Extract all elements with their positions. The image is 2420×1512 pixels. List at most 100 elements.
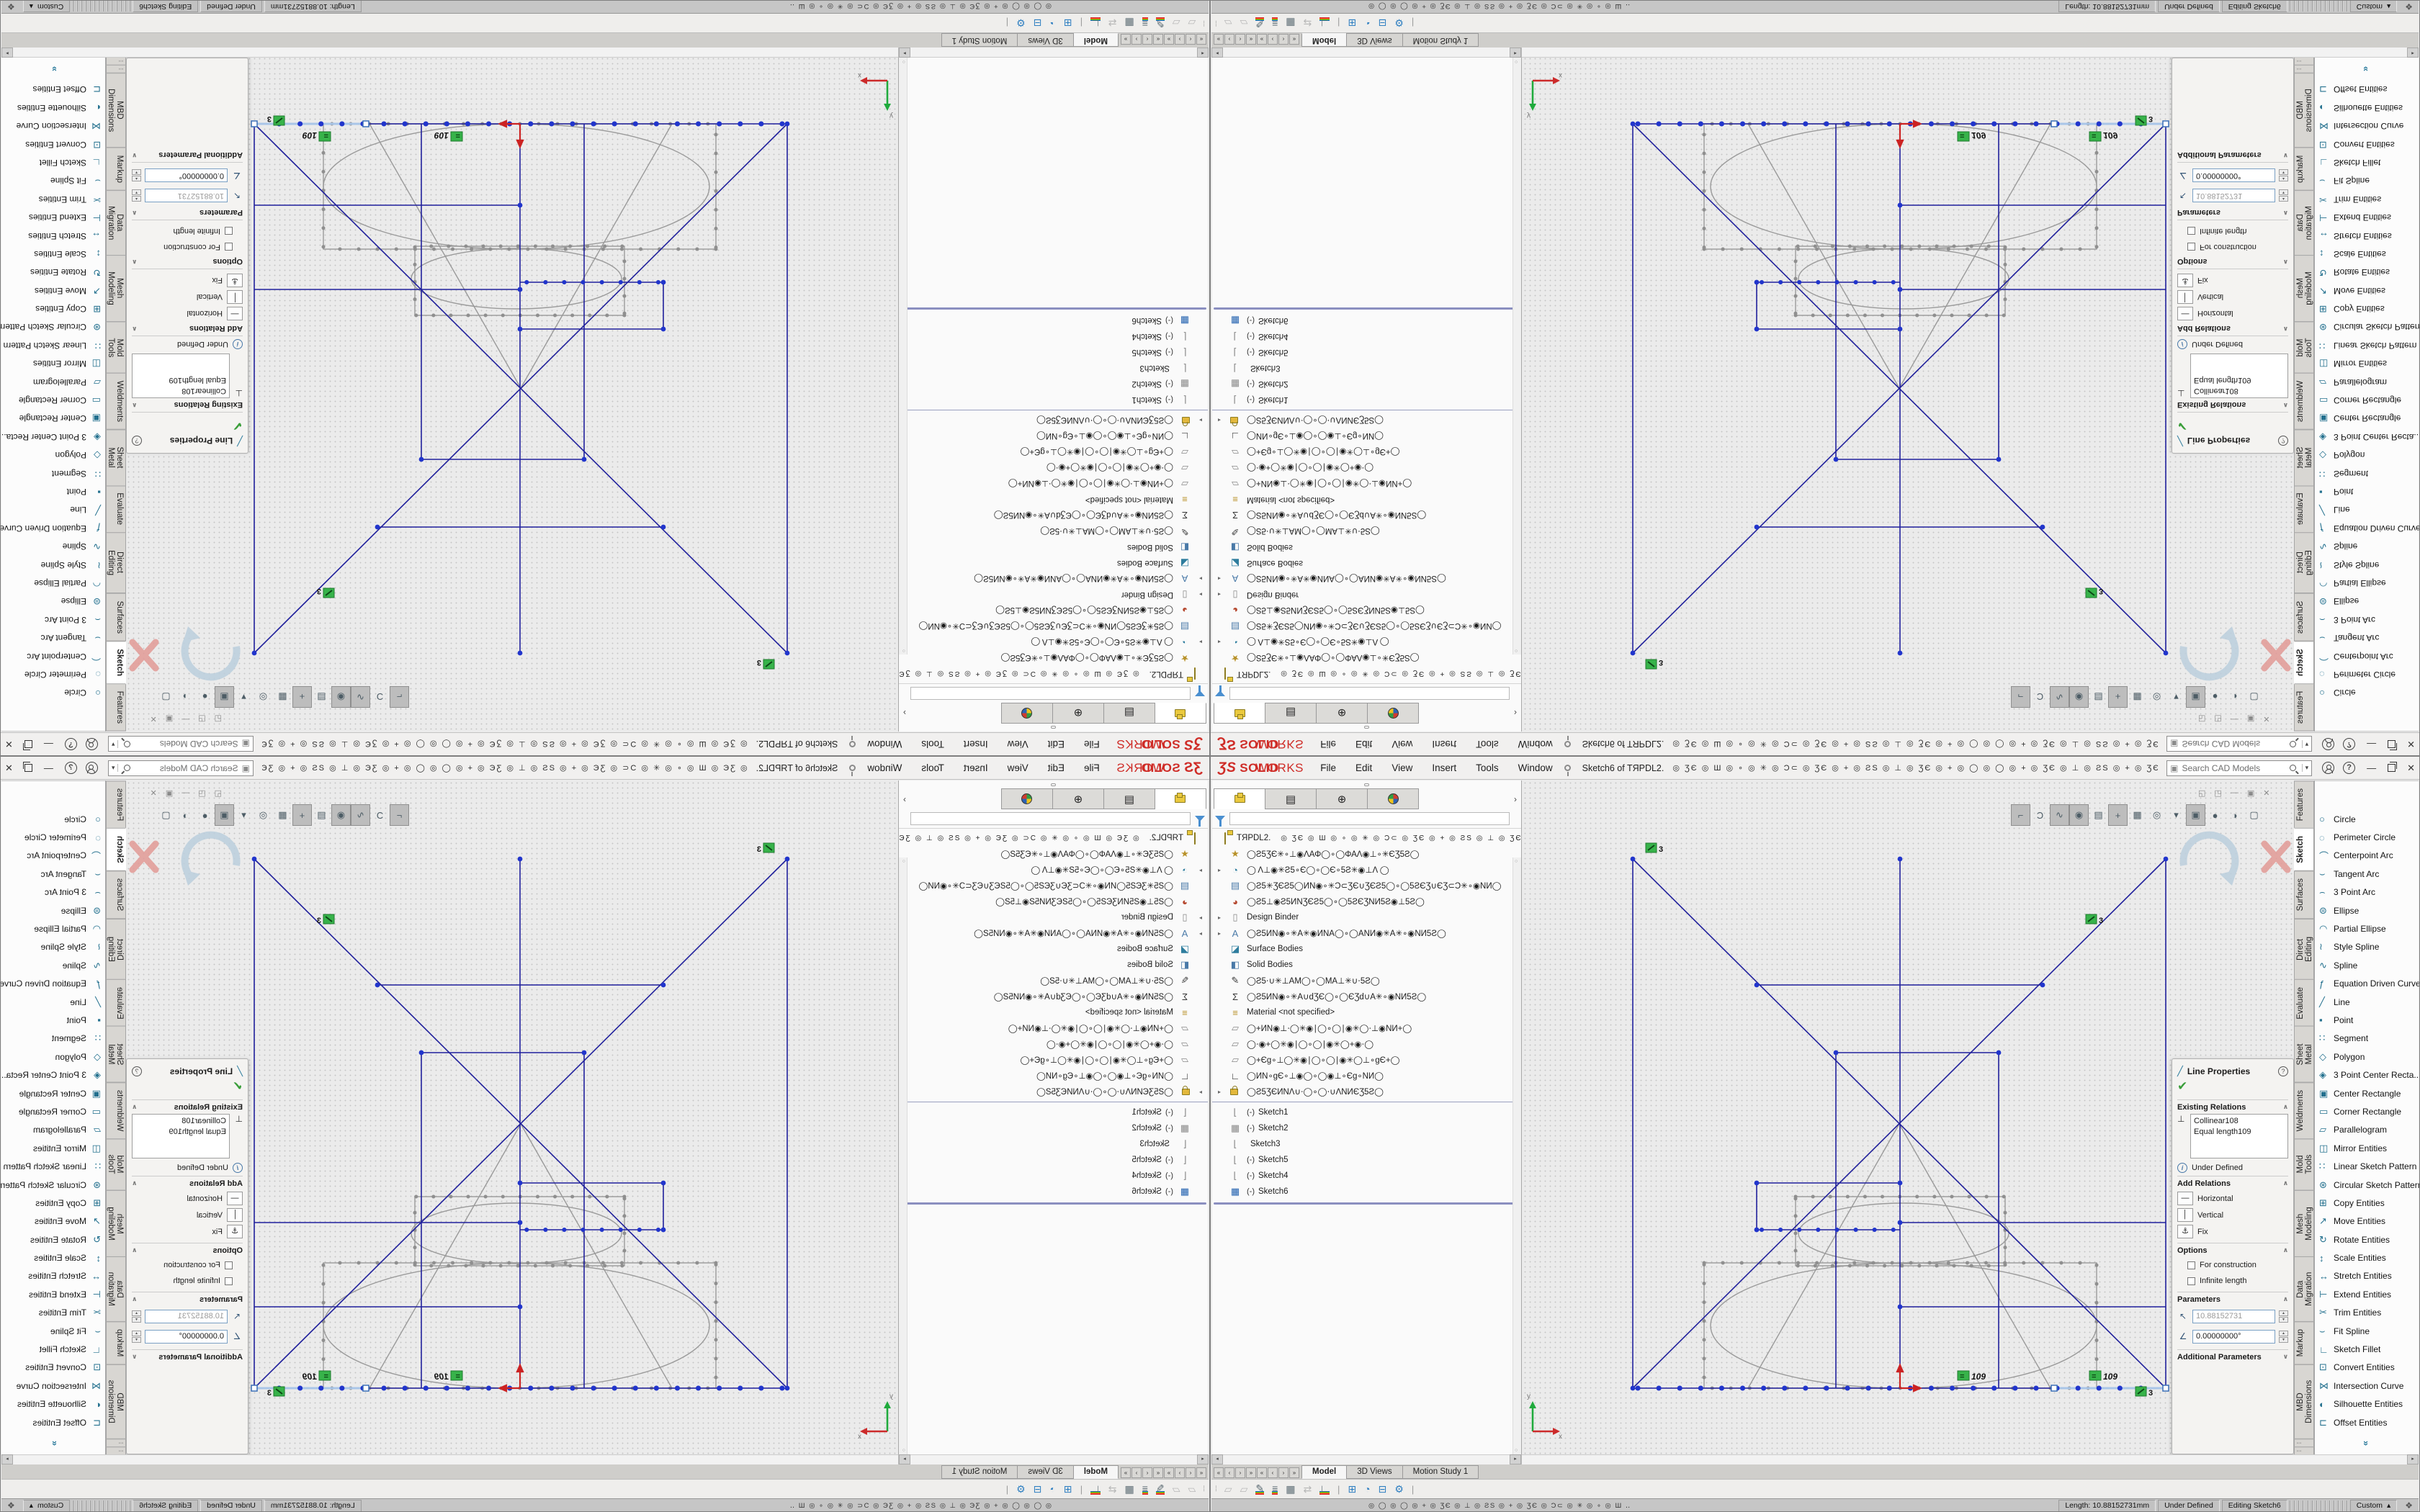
- pin-icon[interactable]: [849, 765, 856, 771]
- tab-nav-button[interactable]: ‹: [1142, 34, 1152, 45]
- document-tab[interactable]: Motion Study 1: [1402, 33, 1479, 47]
- tab-featuremanager[interactable]: [1155, 703, 1206, 724]
- sketch-tool-item[interactable]: ∷ Segment: [1, 464, 105, 482]
- sketch-tool-item[interactable]: ∿ Spline: [1, 956, 105, 974]
- scroll-right-icon[interactable]: ▸: [899, 48, 910, 58]
- sketch-tool-item[interactable]: ↕ Scale Entities: [1, 245, 105, 263]
- doc-window-button[interactable]: ◳: [2214, 714, 2221, 724]
- tree-row[interactable]: ◪ Surface Bodies: [899, 941, 1208, 957]
- sketch-tool-item[interactable]: ⌢ 3 Point Arc: [2315, 883, 2419, 901]
- bottom-toolbar-icon[interactable]: |: [1337, 1485, 1340, 1494]
- bottom-toolbar-icon[interactable]: ✎: [1156, 1483, 1165, 1495]
- quick-access-toolbar[interactable]: ◎ ƷЄ ◎ Ш ◎ ∘ ◎ ✳ ◎ Ɔ⊂ ◎ ƷЄ ◎ + ◎ ƧS ◎ ⊥ …: [262, 739, 748, 749]
- tab-nav-button[interactable]: «: [1214, 34, 1224, 45]
- relation-item[interactable]: Collinear108: [135, 1116, 226, 1127]
- sketch-row[interactable]: ▦ (-) Sketch2: [1212, 376, 1521, 392]
- tab-nav-button[interactable]: »: [1289, 1467, 1299, 1478]
- sketch-tool-item[interactable]: ≀ Style Spline: [1, 938, 105, 956]
- sketch-tool-item[interactable]: ↕ Scale Entities: [2315, 1248, 2419, 1266]
- graphics-area[interactable]: 3 3 3 =109 =109: [1, 58, 897, 732]
- tab-nav-button[interactable]: »: [1289, 34, 1299, 45]
- relations-listbox[interactable]: Collinear108Equal length109: [132, 354, 230, 398]
- quick-access-toolbar[interactable]: ◎ ƷЄ ◎ Ш ◎ ∘ ◎ ✳ ◎ Ɔ⊂ ◎ ƷЄ ◎ + ◎ ƧS ◎ ⊥ …: [1672, 763, 2158, 773]
- sketch-tool-item[interactable]: ⌣ Fit Spline: [2315, 172, 2419, 190]
- expand-arrow-icon[interactable]: ▸: [1192, 867, 1202, 873]
- tree-row[interactable]: ◧ Solid Bodies: [1212, 539, 1521, 555]
- tree-row[interactable]: ▸ ◔ ◯ Λ⊥◉✳Ƨ5∘Є◯∘◯Є∘5Ƨ✳◉⊥Λ ◯: [899, 862, 1208, 878]
- bottom-toolbar-icon[interactable]: ◔: [1364, 18, 1370, 28]
- view-toolbar-button[interactable]: ⌐: [390, 686, 409, 708]
- sketch-tool-item[interactable]: ▱ Parallelogram: [2315, 1121, 2419, 1139]
- command-tab[interactable]: Markup: [106, 147, 126, 190]
- section-add-relations[interactable]: Add Relations∧: [2177, 324, 2288, 333]
- view-toolbar-button[interactable]: ▢: [2244, 804, 2264, 826]
- tab-nav-button[interactable]: ‹: [1186, 1467, 1196, 1478]
- doc-window-button[interactable]: —: [2231, 714, 2238, 724]
- tab-displaymanager[interactable]: [1367, 788, 1419, 809]
- sketch-tool-item[interactable]: ⌣ Tangent Arc: [2315, 865, 2419, 883]
- relation-item[interactable]: Collinear108: [135, 385, 226, 396]
- user-account-icon[interactable]: [2322, 738, 2334, 750]
- tabs-overflow-icon[interactable]: ›: [903, 708, 906, 719]
- user-account-icon[interactable]: [2322, 762, 2334, 774]
- view-toolbar-button[interactable]: ◑: [176, 686, 195, 708]
- view-toolbar-button[interactable]: ◉: [2069, 804, 2089, 826]
- relations-listbox[interactable]: Collinear108Equal length109: [2190, 1114, 2288, 1158]
- tab-nav-button[interactable]: «: [1214, 1467, 1224, 1478]
- confirmation-corner[interactable]: [133, 835, 237, 886]
- search-dropdown-icon[interactable]: ▾: [2302, 740, 2309, 748]
- filter-icon[interactable]: [1215, 816, 1225, 822]
- length-spinner[interactable]: ▲▼: [2279, 1310, 2288, 1323]
- relation-button-icon[interactable]: ⚓: [227, 1225, 243, 1238]
- relation-item[interactable]: Collinear108: [2194, 385, 2285, 396]
- relation-badges[interactable]: 3 3 3 =109 =109: [1646, 114, 2153, 669]
- canvas-hscrollbar[interactable]: ▸: [1522, 48, 2419, 58]
- more-tools-chevron-icon[interactable]: »: [1, 1437, 105, 1450]
- sketch-tool-item[interactable]: ◇ Polygon: [1, 1048, 105, 1066]
- expand-arrow-icon[interactable]: ▸: [1192, 639, 1202, 646]
- sketch-row[interactable]: ▦ (-) Sketch2: [899, 1120, 1208, 1136]
- bottom-toolbar-icon[interactable]: |: [1412, 1485, 1414, 1494]
- tree-row[interactable]: ▸ ▯ Design Binder: [899, 909, 1208, 925]
- tree-row[interactable]: ◪ Surface Bodies: [899, 555, 1208, 571]
- add-relation-button[interactable]: │ Vertical: [2177, 289, 2288, 305]
- search-box[interactable]: ▣ Search CAD Models ▾: [108, 737, 254, 752]
- sketch-tool-item[interactable]: ⊏ Offset Entities: [1, 81, 105, 99]
- sketch-tool-item[interactable]: ↗ Move Entities: [1, 1212, 105, 1230]
- view-toolbar-button[interactable]: ∿: [2050, 804, 2069, 826]
- sketch-tool-item[interactable]: ○ Circle: [1, 684, 105, 702]
- panel-grip[interactable]: [1212, 724, 1521, 732]
- menu-item[interactable]: View: [1392, 762, 1412, 773]
- checkbox[interactable]: [2187, 228, 2195, 235]
- sketch-tool-item[interactable]: ∟ Sketch Fillet: [2315, 153, 2419, 171]
- view-toolbar-button[interactable]: ◑: [176, 804, 195, 826]
- relation-button-icon[interactable]: ⚓: [2177, 1225, 2193, 1238]
- sketch-tool-item[interactable]: ⌒ Centerpoint Arc: [1, 647, 105, 665]
- sketch-tool-item[interactable]: ⌢ 3 Point Arc: [2315, 611, 2419, 629]
- sketch-tool-item[interactable]: ∷ Linear Sketch Pattern: [2315, 1157, 2419, 1175]
- search-icon[interactable]: [124, 741, 130, 747]
- close-button[interactable]: ✕: [2407, 739, 2415, 750]
- view-toolbar-button[interactable]: ●: [195, 804, 215, 826]
- more-tools-chevron-icon[interactable]: »: [2315, 1437, 2419, 1450]
- search-icon[interactable]: [2290, 765, 2296, 771]
- tabs-overflow-icon[interactable]: ›: [1514, 794, 1517, 804]
- sketch-tool-item[interactable]: ⊡ Convert Entities: [1, 135, 105, 153]
- expand-arrow-icon[interactable]: ▸: [1192, 592, 1202, 598]
- bottom-toolbar-icon[interactable]: ✎: [1255, 17, 1264, 29]
- sketch-tool-item[interactable]: ◠ Partial Ellipse: [1, 919, 105, 937]
- graphics-area[interactable]: 3 3 3 =109 =109: [1, 780, 897, 1454]
- sketch-tool-item[interactable]: ƒ Equation Driven Curve: [2315, 975, 2419, 993]
- sketch-tool-item[interactable]: ◐ Silhouette Entities: [1, 1395, 105, 1413]
- view-toolbar-button[interactable]: ◉: [331, 686, 351, 708]
- sketch-tool-item[interactable]: ∷ Linear Sketch Pattern: [1, 1157, 105, 1175]
- sketch-tool-item[interactable]: ◈ 3 Point Center Recta...: [2315, 428, 2419, 446]
- scroll-right-icon[interactable]: ▸: [899, 1454, 910, 1464]
- tab-nav-button[interactable]: »: [1164, 1467, 1174, 1478]
- scroll-right-icon[interactable]: ▸: [1510, 1454, 1521, 1464]
- scroll-right-icon[interactable]: ▸: [1, 48, 13, 58]
- doc-window-button[interactable]: ▣: [166, 788, 173, 798]
- sketch-tool-item[interactable]: ⌣ Fit Spline: [1, 1322, 105, 1340]
- sketch-tool-item[interactable]: ⋈ Intersection Curve: [2315, 1377, 2419, 1395]
- tab-nav-button[interactable]: «: [1196, 34, 1206, 45]
